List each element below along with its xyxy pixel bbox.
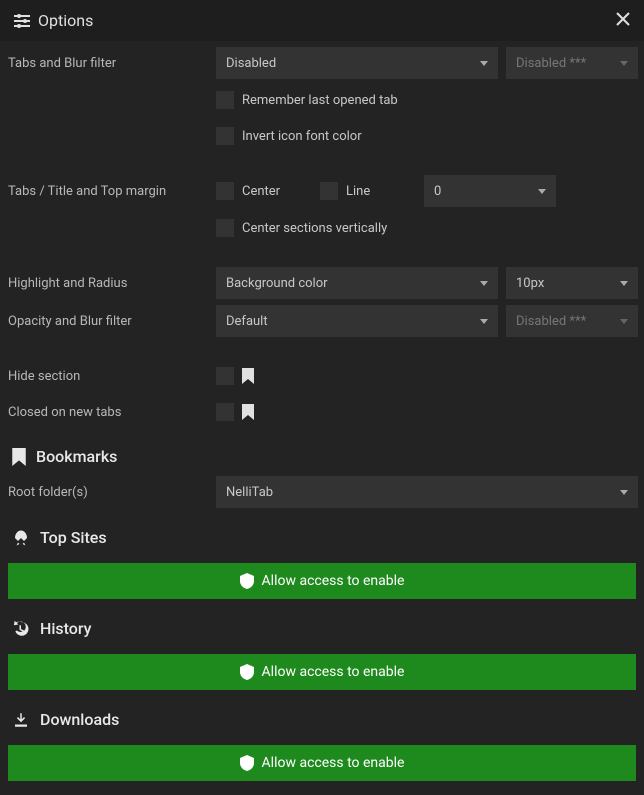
- row-invert-icon: Invert icon font color: [6, 121, 638, 151]
- bookmark-icon: [242, 404, 254, 420]
- row-opacity-blur: Opacity and Blur filter Default Disabled…: [6, 305, 638, 337]
- select-tabs-value: Disabled: [226, 56, 276, 71]
- allow-history-button[interactable]: Allow access to enable: [8, 654, 636, 690]
- select-radius[interactable]: 10px: [506, 267, 638, 299]
- row-remember-tab: Remember last opened tab: [6, 85, 638, 115]
- ctrl-tabs-blur: Disabled Disabled ***: [216, 47, 638, 79]
- checkbox-closed-new-tabs[interactable]: [216, 403, 234, 421]
- select-root-folder-value: NelliTab: [226, 485, 273, 500]
- label-tabs-blur: Tabs and Blur filter: [6, 56, 216, 71]
- chevron-down-icon: [620, 490, 628, 495]
- section-bookmarks: Bookmarks: [6, 433, 638, 476]
- checkbox-center[interactable]: [216, 182, 234, 200]
- close-icon: [616, 12, 630, 26]
- row-center-vert: Center sections vertically: [6, 213, 638, 243]
- select-opacity-blur-value: Disabled ***: [516, 314, 586, 329]
- bookmark-icon: [242, 368, 254, 384]
- row-tabs-title-margin: Tabs / Title and Top margin Center Line …: [6, 175, 638, 207]
- allow-top-sites-button[interactable]: Allow access to enable: [8, 563, 636, 599]
- label-highlight-radius: Highlight and Radius: [6, 276, 216, 291]
- ctrl-tabs-title-margin: Center Line 0: [216, 175, 638, 207]
- select-highlight-value: Background color: [226, 276, 328, 291]
- select-root-folder[interactable]: NelliTab: [216, 476, 638, 508]
- chevron-down-icon: [480, 281, 488, 286]
- page-title: Options: [38, 11, 93, 30]
- section-bookmarks-title: Bookmarks: [36, 447, 117, 466]
- label-line: Line: [346, 184, 416, 199]
- close-button[interactable]: [616, 10, 630, 31]
- chevron-down-icon: [480, 319, 488, 324]
- label-opacity-blur: Opacity and Blur filter: [6, 314, 216, 329]
- row-highlight-radius: Highlight and Radius Background color 10…: [6, 267, 638, 299]
- label-invert-icon: Invert icon font color: [242, 129, 362, 144]
- rocket-icon: [12, 529, 30, 547]
- label-hide-section: Hide section: [6, 369, 216, 384]
- shield-icon: [240, 573, 254, 589]
- ctrl-center-vert: Center sections vertically: [216, 219, 638, 237]
- settings-icon: [14, 14, 30, 28]
- select-blur[interactable]: Disabled ***: [506, 47, 638, 79]
- section-top-sites-title: Top Sites: [40, 528, 107, 547]
- select-opacity-blur[interactable]: Disabled ***: [506, 305, 638, 337]
- select-top-margin[interactable]: 0: [424, 175, 556, 207]
- section-top-sites: Top Sites: [6, 514, 638, 557]
- ctrl-closed-new-tabs: [216, 403, 638, 421]
- section-downloads-title: Downloads: [40, 710, 119, 729]
- section-history: History: [6, 605, 638, 648]
- history-icon: [12, 620, 30, 638]
- select-top-margin-value: 0: [434, 184, 441, 199]
- ctrl-root-folder: NelliTab: [216, 476, 638, 508]
- allow-history-label: Allow access to enable: [262, 664, 405, 680]
- ctrl-highlight-radius: Background color 10px: [216, 267, 638, 299]
- chevron-down-icon: [620, 319, 628, 324]
- allow-downloads-button[interactable]: Allow access to enable: [8, 745, 636, 781]
- ctrl-invert-icon: Invert icon font color: [216, 127, 638, 145]
- row-hide-section: Hide section: [6, 361, 638, 391]
- download-icon: [12, 711, 30, 729]
- ctrl-opacity-blur: Default Disabled ***: [216, 305, 638, 337]
- shield-icon: [240, 664, 254, 680]
- select-highlight[interactable]: Background color: [216, 267, 498, 299]
- chevron-down-icon: [620, 61, 628, 66]
- chevron-down-icon: [480, 61, 488, 66]
- label-tabs-title-margin: Tabs / Title and Top margin: [6, 184, 216, 199]
- allow-top-sites-label: Allow access to enable: [262, 573, 405, 589]
- select-blur-value: Disabled ***: [516, 56, 586, 71]
- shield-icon: [240, 755, 254, 771]
- allow-downloads-label: Allow access to enable: [262, 755, 405, 771]
- row-closed-new-tabs: Closed on new tabs: [6, 397, 638, 427]
- label-center: Center: [242, 184, 312, 199]
- checkbox-hide-section[interactable]: [216, 367, 234, 385]
- row-root-folder: Root folder(s) NelliTab: [6, 476, 638, 508]
- label-root-folder: Root folder(s): [6, 485, 216, 500]
- select-tabs[interactable]: Disabled: [216, 47, 498, 79]
- chevron-down-icon: [620, 281, 628, 286]
- checkbox-line[interactable]: [320, 182, 338, 200]
- select-opacity-value: Default: [226, 314, 268, 329]
- label-center-vert: Center sections vertically: [242, 221, 387, 236]
- chevron-down-icon: [538, 189, 546, 194]
- checkbox-invert-icon[interactable]: [216, 127, 234, 145]
- bookmark-icon: [12, 448, 26, 466]
- header: Options: [0, 0, 644, 41]
- select-radius-value: 10px: [516, 276, 544, 291]
- ctrl-remember-tab: Remember last opened tab: [216, 91, 638, 109]
- section-downloads: Downloads: [6, 696, 638, 739]
- label-remember-tab: Remember last opened tab: [242, 93, 398, 108]
- row-tabs-blur: Tabs and Blur filter Disabled Disabled *…: [6, 47, 638, 79]
- content: Tabs and Blur filter Disabled Disabled *…: [0, 41, 644, 793]
- checkbox-remember-tab[interactable]: [216, 91, 234, 109]
- select-opacity[interactable]: Default: [216, 305, 498, 337]
- ctrl-hide-section: [216, 367, 638, 385]
- label-closed-new-tabs: Closed on new tabs: [6, 405, 216, 420]
- section-history-title: History: [40, 619, 92, 638]
- header-title-wrap: Options: [14, 11, 616, 30]
- checkbox-center-vert[interactable]: [216, 219, 234, 237]
